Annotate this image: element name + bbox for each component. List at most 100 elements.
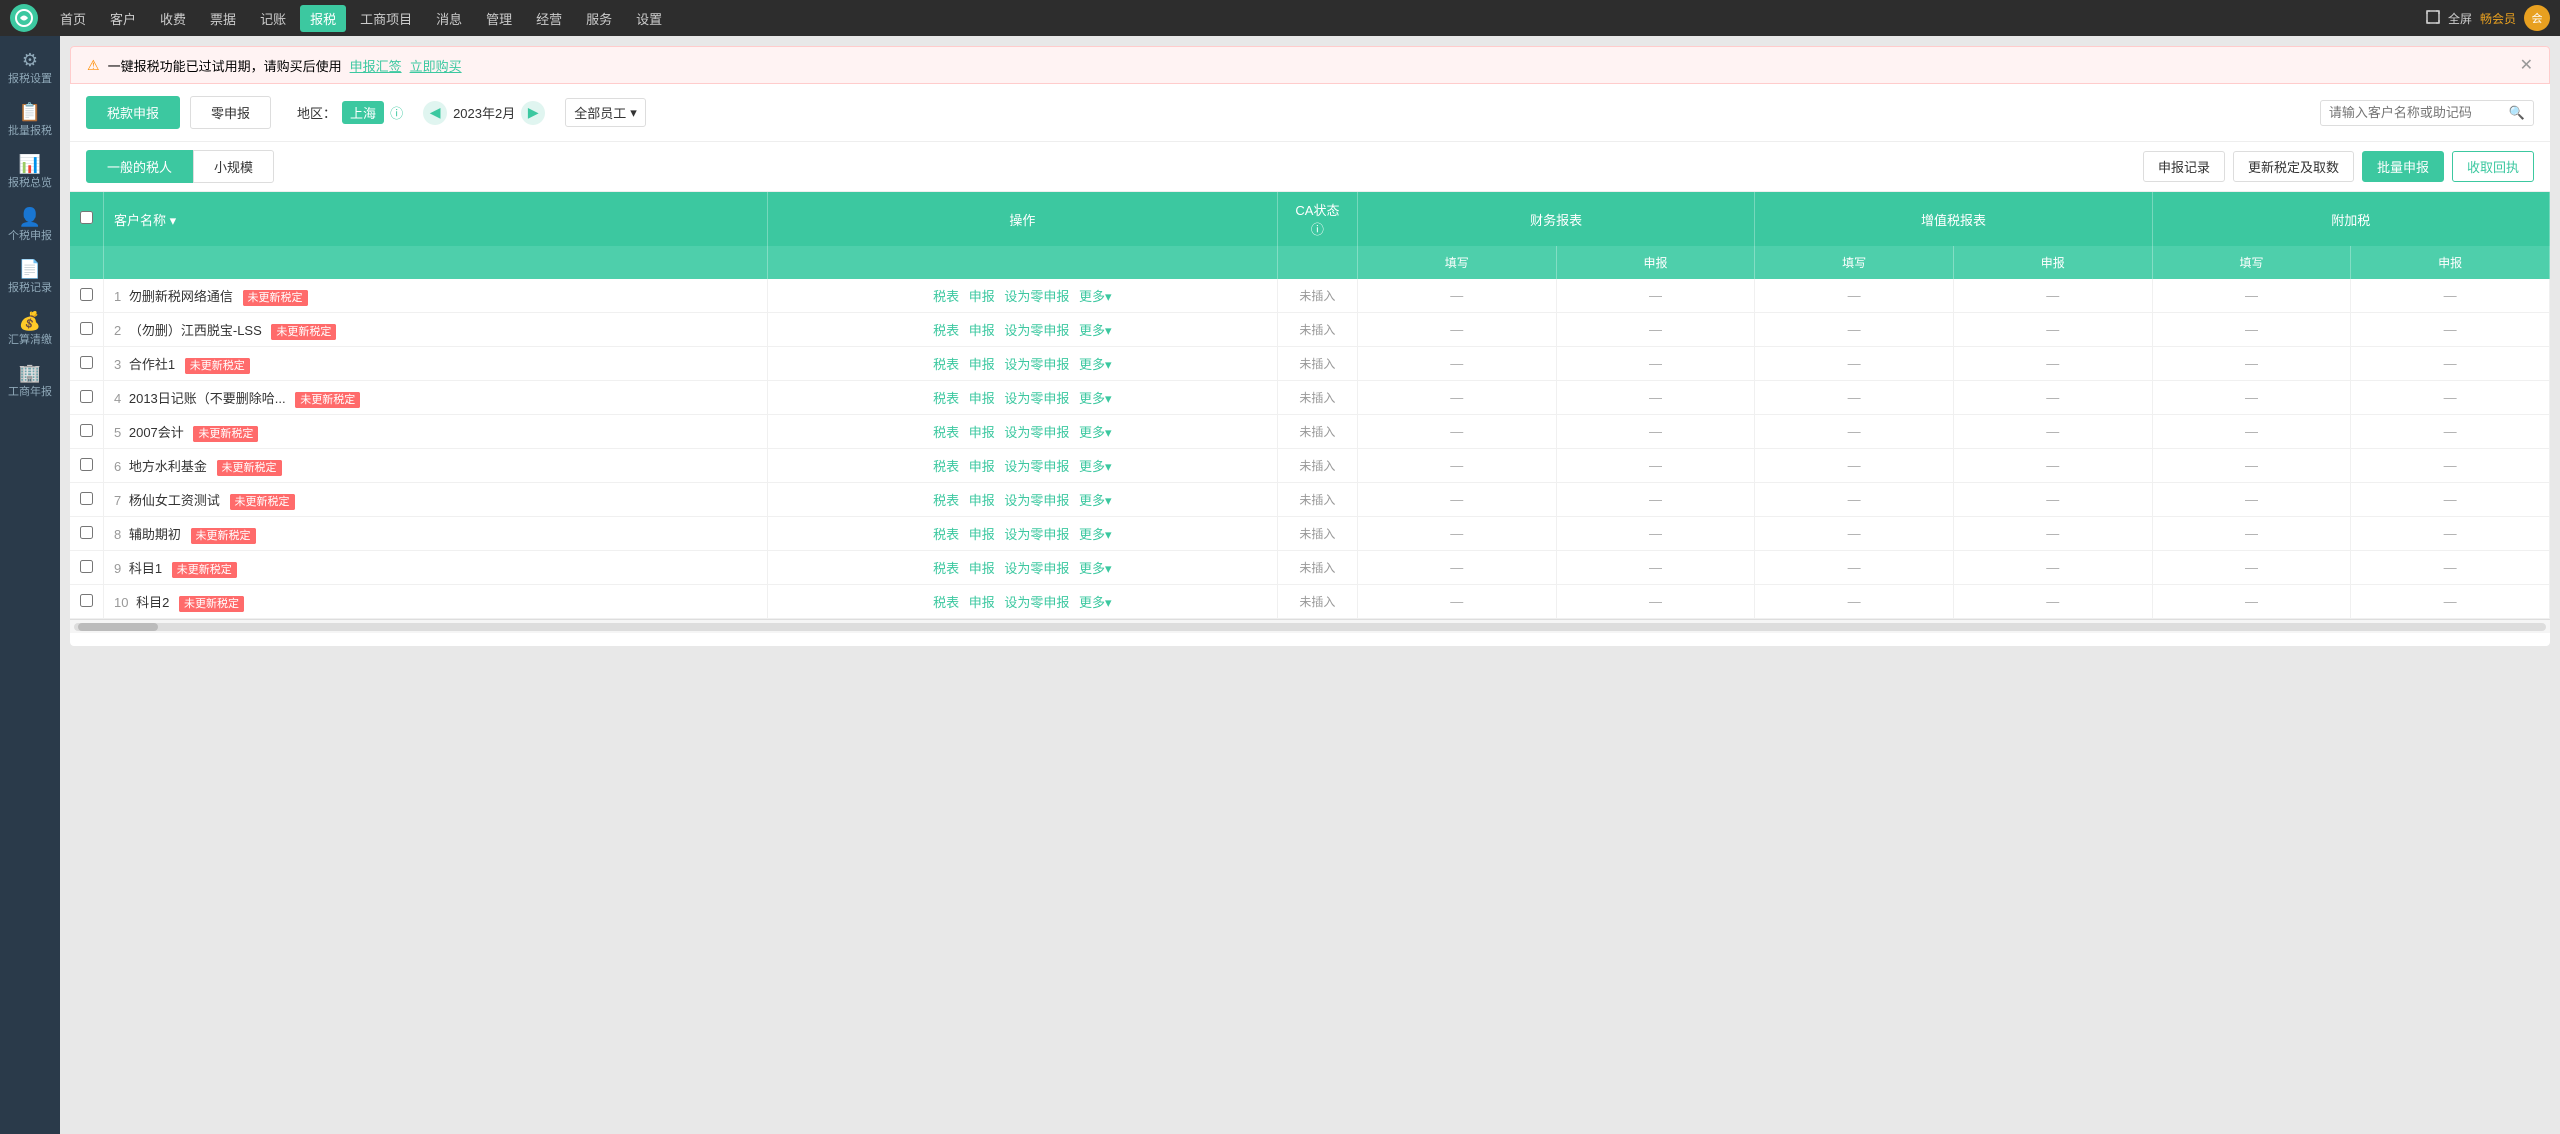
tab-zero-declaration[interactable]: 零申报 — [190, 96, 271, 129]
row-checkbox-0[interactable] — [80, 288, 93, 301]
op-tax-form[interactable]: 税表 — [933, 595, 959, 610]
region-info-icon[interactable]: ⓘ — [390, 103, 403, 122]
op-declare[interactable]: 申报 — [969, 493, 995, 508]
nav-home[interactable]: 首页 — [50, 5, 96, 32]
buy-link[interactable]: 立即购买 — [410, 56, 462, 75]
tab-tax-declaration[interactable]: 税款申报 — [86, 96, 180, 129]
op-tax-form[interactable]: 税表 — [933, 323, 959, 338]
vat-declare-value: — — [2046, 560, 2059, 575]
sidebar-item-tax-records[interactable]: 📄 报税记录 — [3, 253, 57, 301]
search-icon[interactable]: 🔍 — [2509, 105, 2525, 121]
op-declare[interactable]: 申报 — [969, 323, 995, 338]
op-set-zero[interactable]: 设为零申报 — [1004, 391, 1069, 406]
member-button[interactable]: 畅会员 — [2480, 10, 2516, 27]
row-checkbox-2[interactable] — [80, 356, 93, 369]
nav-service[interactable]: 服务 — [576, 5, 622, 32]
op-set-zero[interactable]: 设为零申报 — [1004, 357, 1069, 372]
select-all-checkbox[interactable] — [80, 211, 93, 224]
op-set-zero[interactable]: 设为零申报 — [1004, 459, 1069, 474]
op-set-zero[interactable]: 设为零申报 — [1004, 493, 1069, 508]
op-more[interactable]: 更多▾ — [1079, 527, 1112, 542]
sidebar-item-tax-overview[interactable]: 📊 报税总览 — [3, 148, 57, 196]
op-declare[interactable]: 申报 — [969, 459, 995, 474]
nav-operations[interactable]: 经营 — [526, 5, 572, 32]
op-declare[interactable]: 申报 — [969, 425, 995, 440]
op-declare[interactable]: 申报 — [969, 289, 995, 304]
vat-fill-cell: — — [1755, 313, 1954, 347]
nav-billing[interactable]: 收费 — [150, 5, 196, 32]
avatar[interactable]: 会 — [2524, 5, 2550, 31]
btn-update-tax[interactable]: 更新税定及取数 — [2233, 151, 2354, 182]
op-declare[interactable]: 申报 — [969, 595, 995, 610]
op-more[interactable]: 更多▾ — [1079, 459, 1112, 474]
banner-close-button[interactable]: ✕ — [2520, 55, 2533, 75]
op-set-zero[interactable]: 设为零申报 — [1004, 289, 1069, 304]
op-tax-form[interactable]: 税表 — [933, 493, 959, 508]
nav-business-project[interactable]: 工商项目 — [350, 5, 422, 32]
sidebar-item-personal-tax[interactable]: 👤 个税申报 — [3, 201, 57, 249]
search-input[interactable] — [2329, 105, 2509, 120]
btn-declaration-records[interactable]: 申报记录 — [2143, 151, 2225, 182]
row-checkbox-8[interactable] — [80, 560, 93, 573]
op-tax-form[interactable]: 税表 — [933, 561, 959, 576]
warning-icon: ⚠ — [87, 57, 100, 74]
op-set-zero[interactable]: 设为零申报 — [1004, 527, 1069, 542]
nav-message[interactable]: 消息 — [426, 5, 472, 32]
btn-batch-declare[interactable]: 批量申报 — [2362, 151, 2444, 182]
scroll-thumb[interactable] — [78, 623, 158, 631]
op-declare[interactable]: 申报 — [969, 561, 995, 576]
nav-bookkeeping[interactable]: 记账 — [250, 5, 296, 32]
row-checkbox-5[interactable] — [80, 458, 93, 471]
fullscreen-button[interactable] — [2426, 10, 2440, 27]
op-more[interactable]: 更多▾ — [1079, 493, 1112, 508]
tab-small-scale[interactable]: 小规模 — [193, 150, 274, 183]
op-more[interactable]: 更多▾ — [1079, 289, 1112, 304]
fullscreen-label[interactable]: 全屏 — [2448, 10, 2472, 27]
op-tax-form[interactable]: 税表 — [933, 527, 959, 542]
btn-collect-receipt[interactable]: 收取回执 — [2452, 151, 2534, 182]
row-checkbox-3[interactable] — [80, 390, 93, 403]
apply-link[interactable]: 申报汇签 — [350, 56, 402, 75]
prev-month-button[interactable]: ◀ — [423, 101, 447, 125]
nav-settings[interactable]: 设置 — [626, 5, 672, 32]
row-checkbox-4[interactable] — [80, 424, 93, 437]
op-tax-form[interactable]: 税表 — [933, 425, 959, 440]
sidebar-item-tax-settings[interactable]: ⚙ 报税设置 — [3, 44, 57, 92]
row-checkbox-7[interactable] — [80, 526, 93, 539]
staff-selector[interactable]: 全部员工 ▾ — [565, 98, 646, 127]
op-declare[interactable]: 申报 — [969, 357, 995, 372]
op-more[interactable]: 更多▾ — [1079, 323, 1112, 338]
op-tax-form[interactable]: 税表 — [933, 289, 959, 304]
sidebar-item-annual-settlement[interactable]: 💰 汇算清缴 — [3, 305, 57, 353]
op-more[interactable]: 更多▾ — [1079, 391, 1112, 406]
op-set-zero[interactable]: 设为零申报 — [1004, 323, 1069, 338]
sidebar-item-batch-tax[interactable]: 📋 批量报税 — [3, 96, 57, 144]
op-more[interactable]: 更多▾ — [1079, 561, 1112, 576]
nav-tax[interactable]: 报税 — [300, 5, 346, 32]
row-checkbox-1[interactable] — [80, 322, 93, 335]
op-tax-form[interactable]: 税表 — [933, 459, 959, 474]
op-more[interactable]: 更多▾ — [1079, 595, 1112, 610]
nav-management[interactable]: 管理 — [476, 5, 522, 32]
surcharge-fill-value: — — [2245, 594, 2258, 609]
sidebar-item-annual-report[interactable]: 🏢 工商年报 — [3, 357, 57, 405]
vat-fill-value: — — [1848, 424, 1861, 439]
op-set-zero[interactable]: 设为零申报 — [1004, 425, 1069, 440]
row-checkbox-6[interactable] — [80, 492, 93, 505]
tab-general-taxpayer[interactable]: 一般的税人 — [86, 150, 193, 183]
op-tax-form[interactable]: 税表 — [933, 357, 959, 372]
op-more[interactable]: 更多▾ — [1079, 425, 1112, 440]
op-declare[interactable]: 申报 — [969, 391, 995, 406]
nav-customer[interactable]: 客户 — [100, 5, 146, 32]
row-checkbox-9[interactable] — [80, 594, 93, 607]
horizontal-scrollbar[interactable] — [70, 619, 2550, 633]
op-set-zero[interactable]: 设为零申报 — [1004, 561, 1069, 576]
op-set-zero[interactable]: 设为零申报 — [1004, 595, 1069, 610]
op-tax-form[interactable]: 税表 — [933, 391, 959, 406]
operations-cell: 税表 申报 设为零申报 更多▾ — [767, 313, 1277, 347]
op-more[interactable]: 更多▾ — [1079, 357, 1112, 372]
customer-name: 合作社1 — [129, 357, 175, 372]
op-declare[interactable]: 申报 — [969, 527, 995, 542]
nav-invoice[interactable]: 票据 — [200, 5, 246, 32]
next-month-button[interactable]: ▶ — [521, 101, 545, 125]
